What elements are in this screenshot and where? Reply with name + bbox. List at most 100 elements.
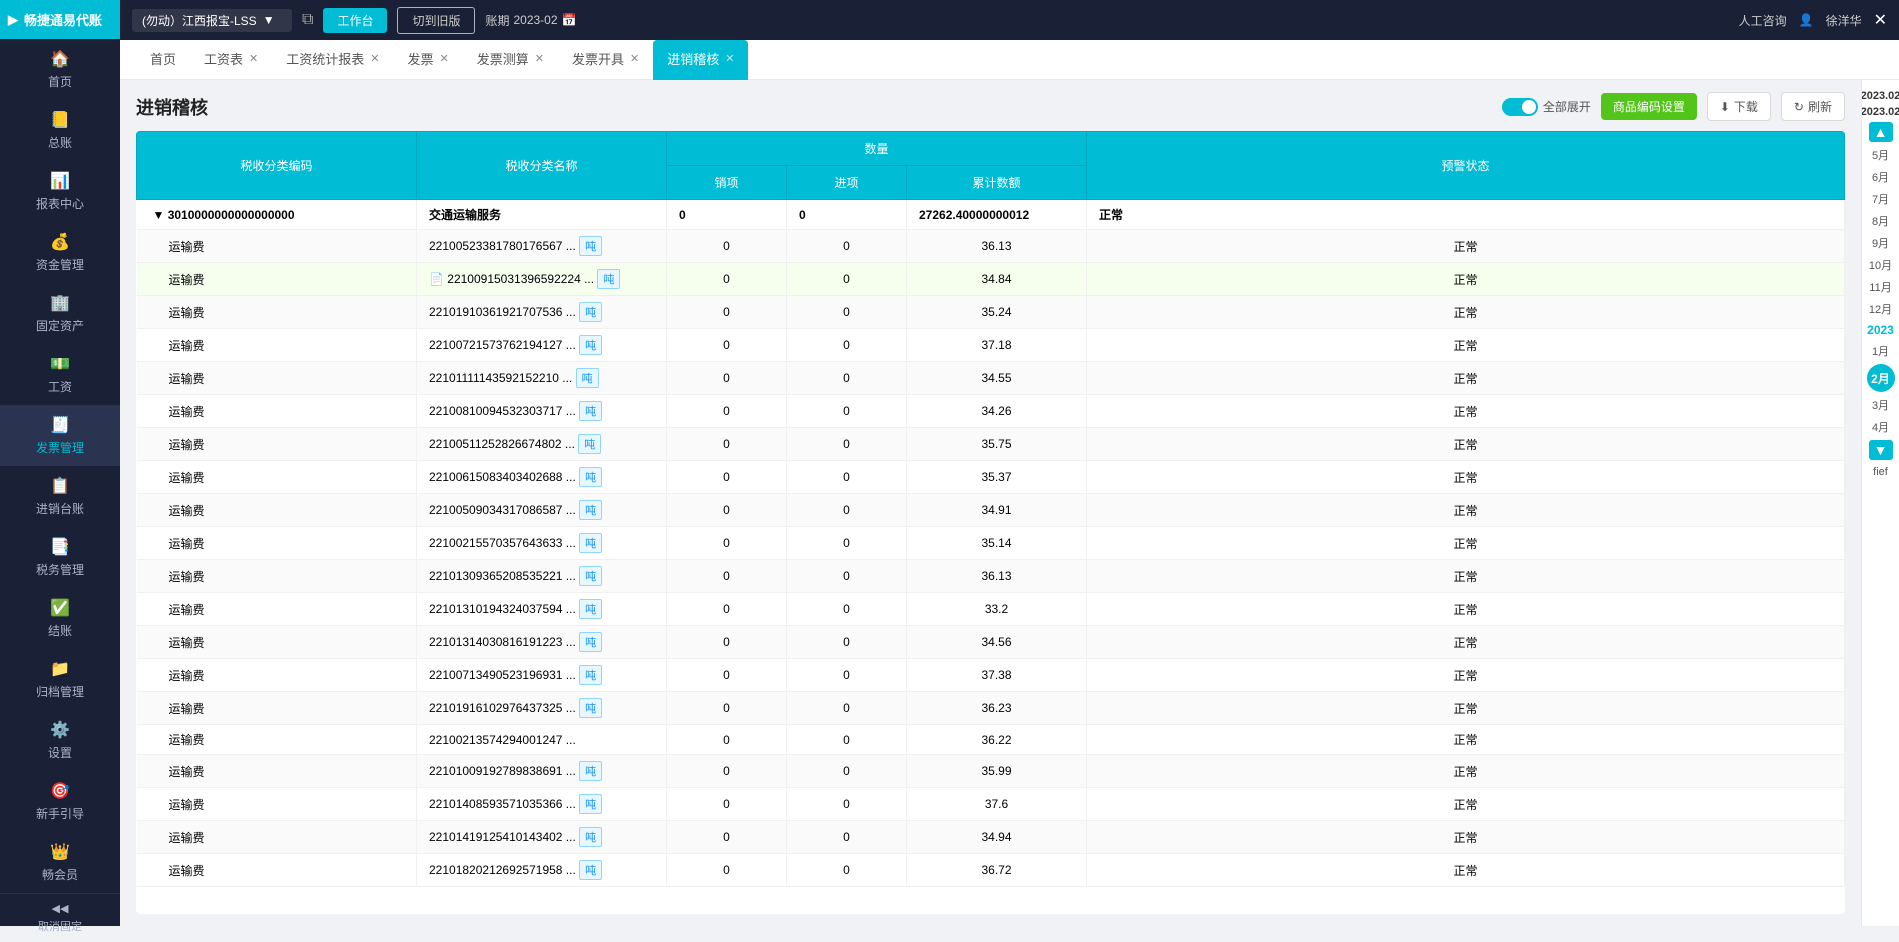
top-bar-right: 人工咨询 👤 徐洋华 ✕: [1739, 10, 1887, 30]
row-purchase: 0: [787, 560, 907, 593]
panel-month-10[interactable]: 10月: [1862, 254, 1899, 276]
copy-icon[interactable]: ⧉: [302, 11, 313, 29]
tab-invoice-calc[interactable]: 发票测算 ✕: [463, 40, 558, 80]
tab-close-icon[interactable]: ✕: [535, 52, 544, 65]
switch-version-button[interactable]: 切到旧版: [397, 7, 475, 34]
sidebar-item-close-account[interactable]: ✅ 结账: [0, 588, 120, 649]
download-icon: ⬇: [1720, 100, 1730, 114]
table-row: 运输费 22100721573762194127 ... 吨 0 0 37.18…: [137, 329, 1845, 362]
support-link[interactable]: 人工咨询: [1739, 12, 1787, 29]
row-amount: 37.18: [907, 329, 1087, 362]
row-name: 运输费: [137, 692, 417, 725]
tab-close-icon[interactable]: ✕: [725, 52, 734, 65]
row-amount: 33.2: [907, 593, 1087, 626]
panel-scroll-down[interactable]: ▼: [1869, 440, 1893, 460]
sidebar-item-tax[interactable]: 📑 税务管理: [0, 527, 120, 588]
sidebar-item-label: 畅会员: [42, 866, 78, 883]
category-name: 交通运输服务: [417, 200, 667, 230]
table-row: 运输费 22101408593571035366 ... 吨 0 0 37.6 …: [137, 788, 1845, 821]
tab-label: 工资表: [204, 49, 243, 68]
calendar-icon[interactable]: 📅: [562, 13, 577, 27]
unpin-button[interactable]: ◀◀ 取消固定: [0, 893, 120, 942]
sidebar-item-settings[interactable]: ⚙️ 设置: [0, 710, 120, 771]
panel-month-6[interactable]: 6月: [1862, 166, 1899, 188]
expand-toggle[interactable]: [1502, 98, 1538, 116]
expand-toggle-wrap: 全部展开: [1502, 98, 1591, 116]
sidebar-item-funds[interactable]: 💰 资金管理: [0, 222, 120, 283]
unit-tag: 吨: [579, 467, 602, 487]
panel-month-11[interactable]: 11月: [1862, 276, 1899, 298]
sidebar-item-reports[interactable]: 📊 报表中心: [0, 161, 120, 222]
sidebar-item-guide[interactable]: 🎯 新手引导: [0, 771, 120, 832]
panel-month-2-active[interactable]: 2月: [1867, 364, 1895, 392]
panel-month-1[interactable]: 1月: [1862, 340, 1899, 362]
fief-label[interactable]: fief: [1871, 462, 1890, 482]
sidebar-item-payroll[interactable]: 💵 工资: [0, 344, 120, 405]
row-name: 运输费: [137, 329, 417, 362]
row-amount: 35.99: [907, 755, 1087, 788]
panel-month-9[interactable]: 9月: [1862, 232, 1899, 254]
panel-scroll-up[interactable]: ▲: [1869, 122, 1893, 142]
row-amount: 37.6: [907, 788, 1087, 821]
tab-invoice-issue[interactable]: 发票开具 ✕: [558, 40, 653, 80]
page-title: 进销稽核: [136, 94, 208, 120]
row-name: 运输费: [137, 230, 417, 263]
row-sales: 0: [667, 626, 787, 659]
tab-close-icon[interactable]: ✕: [630, 52, 639, 65]
row-tax-code: 📄 22100915031396592224 ... 吨: [417, 263, 667, 296]
sidebar-item-label: 固定资产: [36, 317, 84, 334]
refresh-button[interactable]: ↻ 刷新: [1781, 92, 1845, 121]
row-purchase: 0: [787, 527, 907, 560]
unit-tag: 吨: [579, 401, 602, 421]
panel-month-8[interactable]: 8月: [1862, 210, 1899, 232]
row-tax-code: 22101910361921707536 ... 吨: [417, 296, 667, 329]
row-tax-code: 22100511252826674802 ... 吨: [417, 428, 667, 461]
row-sales: 0: [667, 560, 787, 593]
col-amount-header: 累计数额: [907, 166, 1087, 200]
row-tax-code: 22100713490523196931 ... 吨: [417, 659, 667, 692]
panel-month-5[interactable]: 5月: [1862, 144, 1899, 166]
panel-month-4[interactable]: 4月: [1862, 416, 1899, 438]
sidebar-item-ledger[interactable]: 📒 总账: [0, 100, 120, 161]
unit-tag: 吨: [579, 302, 602, 322]
tab-home[interactable]: 首页: [136, 40, 190, 80]
row-name: 运输费: [137, 659, 417, 692]
tab-sales-audit[interactable]: 进销稽核 ✕: [653, 40, 748, 80]
tab-payroll-stats[interactable]: 工资统计报表 ✕: [272, 40, 393, 80]
tab-label: 发票: [407, 49, 433, 68]
unit-tag: 吨: [597, 269, 620, 289]
row-sales: 0: [667, 461, 787, 494]
row-amount: 36.72: [907, 854, 1087, 887]
table-row: ▼ 3010000000000000000 交通运输服务 0 0 27262.4…: [137, 200, 1845, 230]
sidebar-item-sales-ledger[interactable]: 📋 进销台账: [0, 466, 120, 527]
tab-invoice[interactable]: 发票 ✕: [393, 40, 462, 80]
sidebar-item-home[interactable]: 🏠 首页: [0, 39, 120, 100]
tab-close-icon[interactable]: ✕: [249, 52, 258, 65]
assets-icon: 🏢: [50, 293, 70, 313]
sidebar-item-assets[interactable]: 🏢 固定资产: [0, 283, 120, 344]
company-selector[interactable]: (勿动）江西报宝-LSS ▼: [132, 9, 292, 32]
sidebar-item-invoice[interactable]: 🧾 发票管理: [0, 405, 120, 466]
panel-month-12[interactable]: 12月: [1862, 298, 1899, 320]
panel-month-3[interactable]: 3月: [1862, 394, 1899, 416]
download-button[interactable]: ⬇ 下载: [1707, 92, 1771, 121]
archive-icon: 📁: [50, 659, 70, 679]
row-tax-code: 22101314030816191223 ... 吨: [417, 626, 667, 659]
row-purchase: 0: [787, 854, 907, 887]
sales-ledger-icon: 📋: [50, 476, 70, 496]
settings-button[interactable]: 商品编码设置: [1601, 93, 1697, 120]
row-name: 运输费: [137, 725, 417, 755]
panel-month-7[interactable]: 7月: [1862, 188, 1899, 210]
sidebar-item-archive[interactable]: 📁 归档管理: [0, 649, 120, 710]
sidebar-item-vip[interactable]: 👑 畅会员: [0, 832, 120, 893]
tab-payroll[interactable]: 工资表 ✕: [190, 40, 272, 80]
workbench-button[interactable]: 工作台: [323, 8, 387, 33]
tab-close-icon[interactable]: ✕: [370, 52, 379, 65]
tab-close-icon[interactable]: ✕: [440, 52, 449, 65]
row-amount: 36.22: [907, 725, 1087, 755]
row-status: 正常: [1087, 626, 1845, 659]
row-tax-code: 22101408593571035366 ... 吨: [417, 788, 667, 821]
table-row: 运输费 22100213574294001247 ... 0 0 36.22 正…: [137, 725, 1845, 755]
close-button[interactable]: ✕: [1874, 10, 1887, 30]
row-amount: 36.13: [907, 230, 1087, 263]
